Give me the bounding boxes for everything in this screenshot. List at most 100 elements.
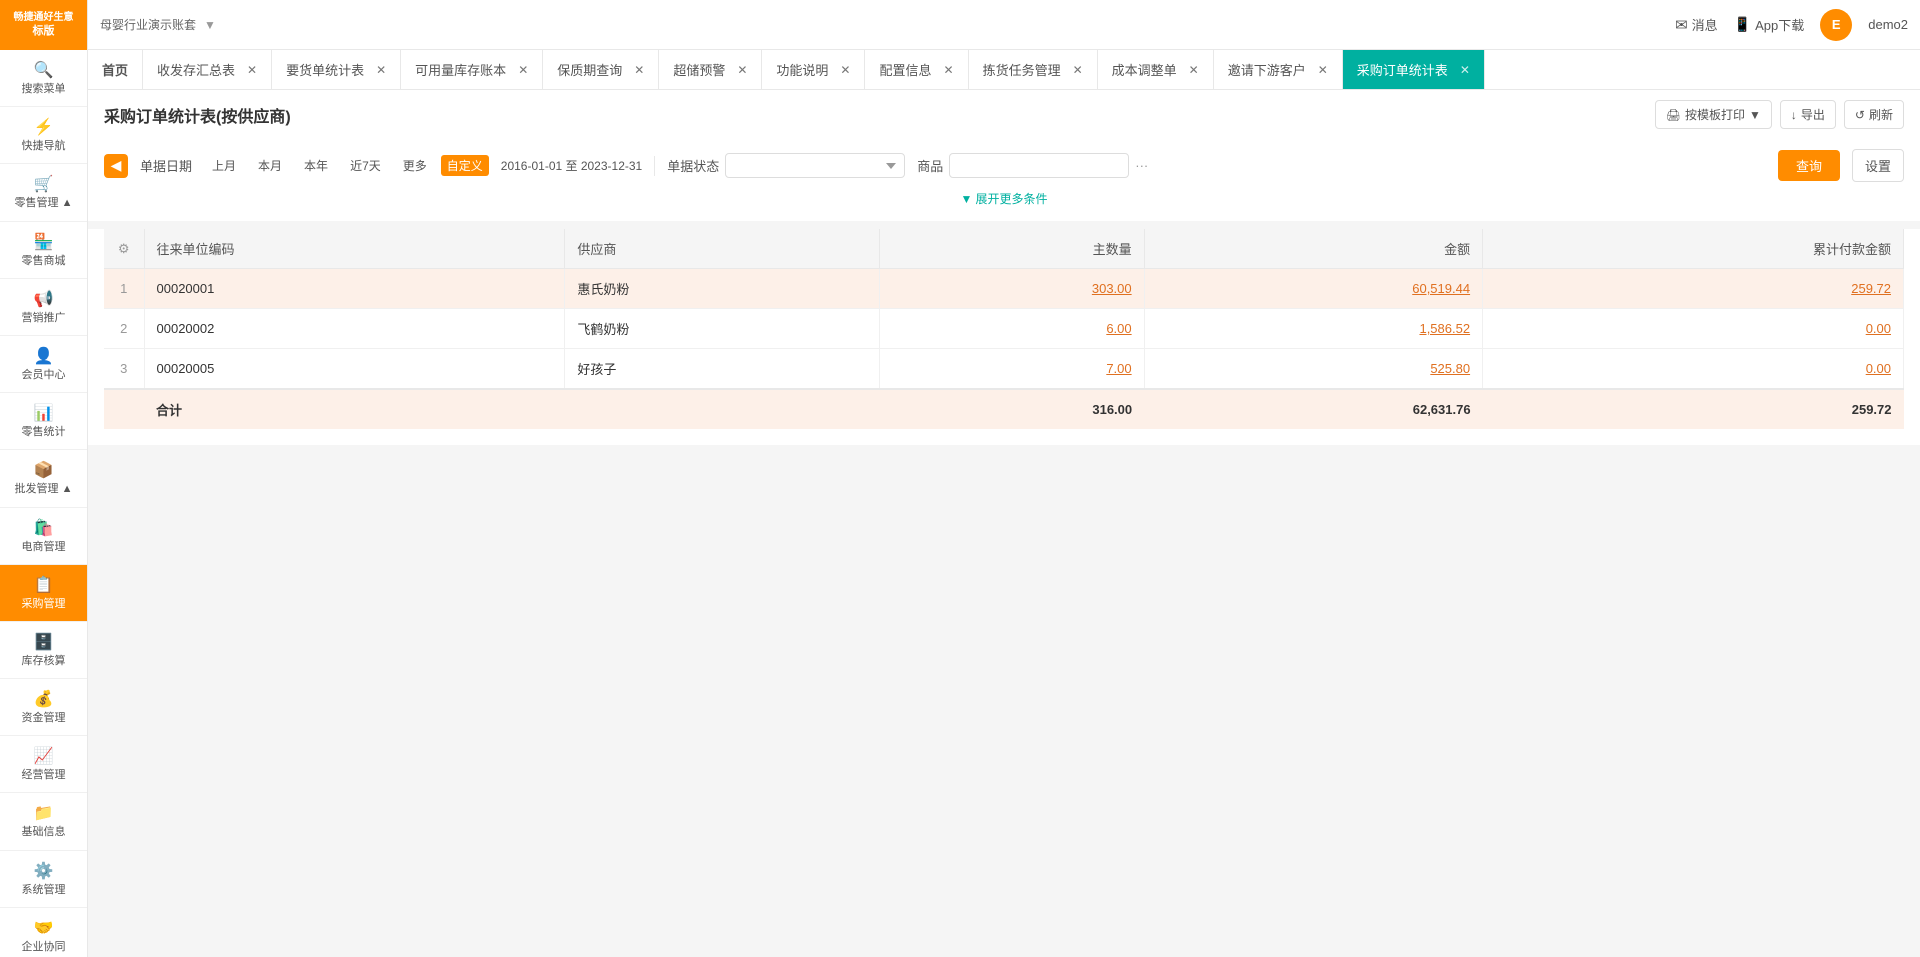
goods-filter-label: 商品	[917, 156, 943, 175]
goods-filter-input[interactable]	[949, 153, 1129, 178]
sidebar-item-basic[interactable]: 📁 基础信息	[0, 793, 87, 850]
tab-costadjust[interactable]: 成本调整单✕	[1098, 50, 1214, 90]
row-paid[interactable]: 0.00	[1483, 309, 1904, 349]
sidebar-item-marketing[interactable]: 📢 营销推广	[0, 279, 87, 336]
tab-close-expiry[interactable]: ✕	[634, 63, 644, 77]
sidebar-item-search[interactable]: 🔍 搜索菜单	[0, 50, 87, 107]
tab-funcdesc[interactable]: 功能说明✕	[762, 50, 865, 90]
member-icon: 👤	[34, 346, 54, 366]
tab-close-funcdesc[interactable]: ✕	[840, 63, 850, 77]
tab-picktask[interactable]: 拣货任务管理 ✕	[969, 50, 1098, 90]
tab-close-picktask[interactable]: ✕	[1073, 63, 1083, 77]
date-range-text: 2016-01-01 至 2023-12-31	[501, 157, 642, 174]
refresh-btn[interactable]: ↺ 刷新	[1844, 100, 1904, 129]
row-amount[interactable]: 60,519.44	[1144, 269, 1482, 309]
wholesale-icon: 📦	[34, 460, 54, 480]
sidebar: 畅捷通好生意 标版 🔍 搜索菜单 ⚡ 快捷导航 🛒 零售管理 ▲ 🏪 零售商城 …	[0, 0, 88, 957]
sidebar-item-purchase[interactable]: 📋 采购管理	[0, 565, 87, 622]
print-btn[interactable]: 🖨 按模板打印 ▼	[1655, 100, 1772, 129]
tab-home[interactable]: 首页	[88, 50, 143, 90]
custom-date-tag[interactable]: 自定义	[441, 155, 489, 176]
tab-reqqty[interactable]: 要货单统计表 ✕	[272, 50, 401, 90]
tab-overstock[interactable]: 超储预警✕	[659, 50, 762, 90]
app-download-btn[interactable]: 📱 App下载	[1734, 15, 1805, 34]
query-btn[interactable]: 查询	[1778, 150, 1840, 181]
logo-line1: 畅捷通好生意	[14, 11, 74, 24]
sidebar-item-retailmall[interactable]: 🏪 零售商城	[0, 222, 87, 279]
retail-label: 零售管理 ▲	[15, 197, 73, 210]
shortcut-this-month[interactable]: 本月	[250, 155, 290, 176]
expand-label: 展开更多条件	[975, 190, 1047, 207]
row-code: 00020001	[144, 269, 565, 309]
message-btn[interactable]: ✉ 消息	[1675, 15, 1718, 34]
row-qty[interactable]: 303.00	[880, 269, 1145, 309]
shortcut-more[interactable]: 更多	[395, 155, 435, 176]
tab-close-overstock[interactable]: ✕	[737, 63, 747, 77]
sidebar-item-finance[interactable]: 💰 资金管理	[0, 679, 87, 736]
goods-more-icon[interactable]: ···	[1135, 158, 1148, 173]
gear-icon[interactable]: ⚙	[118, 241, 130, 257]
topbar-right: ✉ 消息 📱 App下载 E demo2	[1675, 9, 1908, 41]
row-paid[interactable]: 0.00	[1483, 349, 1904, 390]
col-paid-header: 累计付款金额	[1483, 229, 1904, 269]
sidebar-item-member[interactable]: 👤 会员中心	[0, 336, 87, 393]
table-row: 2 00020002 飞鹤奶粉 6.00 1,586.52 0.00	[104, 309, 1904, 349]
tab-close-config[interactable]: ✕	[944, 63, 954, 77]
status-select[interactable]	[725, 153, 905, 178]
tab-close-availstock[interactable]: ✕	[518, 63, 528, 77]
sidebar-item-system[interactable]: ⚙️ 系统管理	[0, 851, 87, 908]
main-area: 母婴行业演示账套 ▼ ✉ 消息 📱 App下载 E demo2 首页收发存汇总表…	[88, 0, 1920, 957]
message-icon: ✉	[1675, 16, 1688, 34]
expand-more-btn[interactable]: ▼ 展开更多条件	[961, 190, 1048, 207]
page-header-bar: 采购订单统计表(按供应商) 🖨 按模板打印 ▼ ↓ 导出 ↺ 刷新	[88, 90, 1920, 139]
tab-close-costadjust[interactable]: ✕	[1189, 63, 1199, 77]
tab-close-reqqty[interactable]: ✕	[376, 63, 386, 77]
row-amount[interactable]: 1,586.52	[1144, 309, 1482, 349]
sidebar-item-ecommerce[interactable]: 🛍️ 电商管理	[0, 508, 87, 565]
tab-close-shfsummary[interactable]: ✕	[247, 63, 257, 77]
breadcrumb: 母婴行业演示账套	[100, 16, 196, 33]
tab-expiry[interactable]: 保质期查询✕	[543, 50, 659, 90]
tab-purchasestat[interactable]: 采购订单统计表✕	[1343, 50, 1485, 90]
tabbar: 首页收发存汇总表✕要货单统计表✕可用量库存账本✕保质期查询✕超储预警✕功能说明✕…	[88, 50, 1920, 90]
user-avatar[interactable]: E	[1820, 9, 1852, 41]
quicknav-label: 快捷导航	[22, 140, 66, 153]
sidebar-item-enterprise[interactable]: 🤝 企业协同	[0, 908, 87, 957]
sidebar-item-quicknav[interactable]: ⚡ 快捷导航	[0, 107, 87, 164]
tab-close-invitedown[interactable]: ✕	[1318, 63, 1328, 77]
tab-label-picktask: 拣货任务管理	[983, 60, 1061, 79]
sidebar-item-wholesale[interactable]: 📦 批发管理 ▲	[0, 450, 87, 507]
sidebar-item-inventory[interactable]: 🗄️ 库存核算	[0, 622, 87, 679]
sidebar-item-operations[interactable]: 📈 经营管理	[0, 736, 87, 793]
row-qty[interactable]: 7.00	[880, 349, 1145, 390]
wholesale-label: 批发管理 ▲	[15, 483, 73, 496]
shortcut-last-month[interactable]: 上月	[204, 155, 244, 176]
purchase-icon: 📋	[34, 575, 54, 595]
tab-availstock[interactable]: 可用量库存账本✕	[401, 50, 543, 90]
row-amount[interactable]: 525.80	[1144, 349, 1482, 390]
quicknav-icon: ⚡	[34, 117, 54, 137]
enterprise-label: 企业协同	[22, 941, 66, 954]
sidebar-item-retail[interactable]: 🛒 零售管理 ▲	[0, 164, 87, 221]
operations-label: 经营管理	[22, 769, 66, 782]
row-paid[interactable]: 259.72	[1483, 269, 1904, 309]
tab-label-shfsummary: 收发存汇总表	[157, 60, 235, 79]
tab-shfsummary[interactable]: 收发存汇总表 ✕	[143, 50, 272, 90]
export-btn[interactable]: ↓ 导出	[1780, 100, 1836, 129]
inventory-label: 库存核算	[22, 655, 66, 668]
tab-close-purchasestat[interactable]: ✕	[1460, 63, 1470, 77]
row-qty[interactable]: 6.00	[880, 309, 1145, 349]
tab-label-reqqty: 要货单统计表	[286, 60, 364, 79]
footer-amount: 62,631.76	[1144, 389, 1482, 429]
filter-toggle-btn[interactable]: ◀	[104, 154, 128, 178]
settings-btn[interactable]: 设置	[1852, 149, 1904, 182]
table-row: 1 00020001 惠氏奶粉 303.00 60,519.44 259.72	[104, 269, 1904, 309]
shortcut-7days[interactable]: 近7天	[342, 155, 389, 176]
shortcut-this-year[interactable]: 本年	[296, 155, 336, 176]
footer-qty: 316.00	[880, 389, 1145, 429]
expand-down-icon: ▼	[961, 192, 973, 206]
tab-invitedown[interactable]: 邀请下游客户✕	[1214, 50, 1343, 90]
sidebar-item-retailstat[interactable]: 📊 零售统计	[0, 393, 87, 450]
user-name: demo2	[1868, 17, 1908, 32]
tab-config[interactable]: 配置信息✕	[865, 50, 968, 90]
